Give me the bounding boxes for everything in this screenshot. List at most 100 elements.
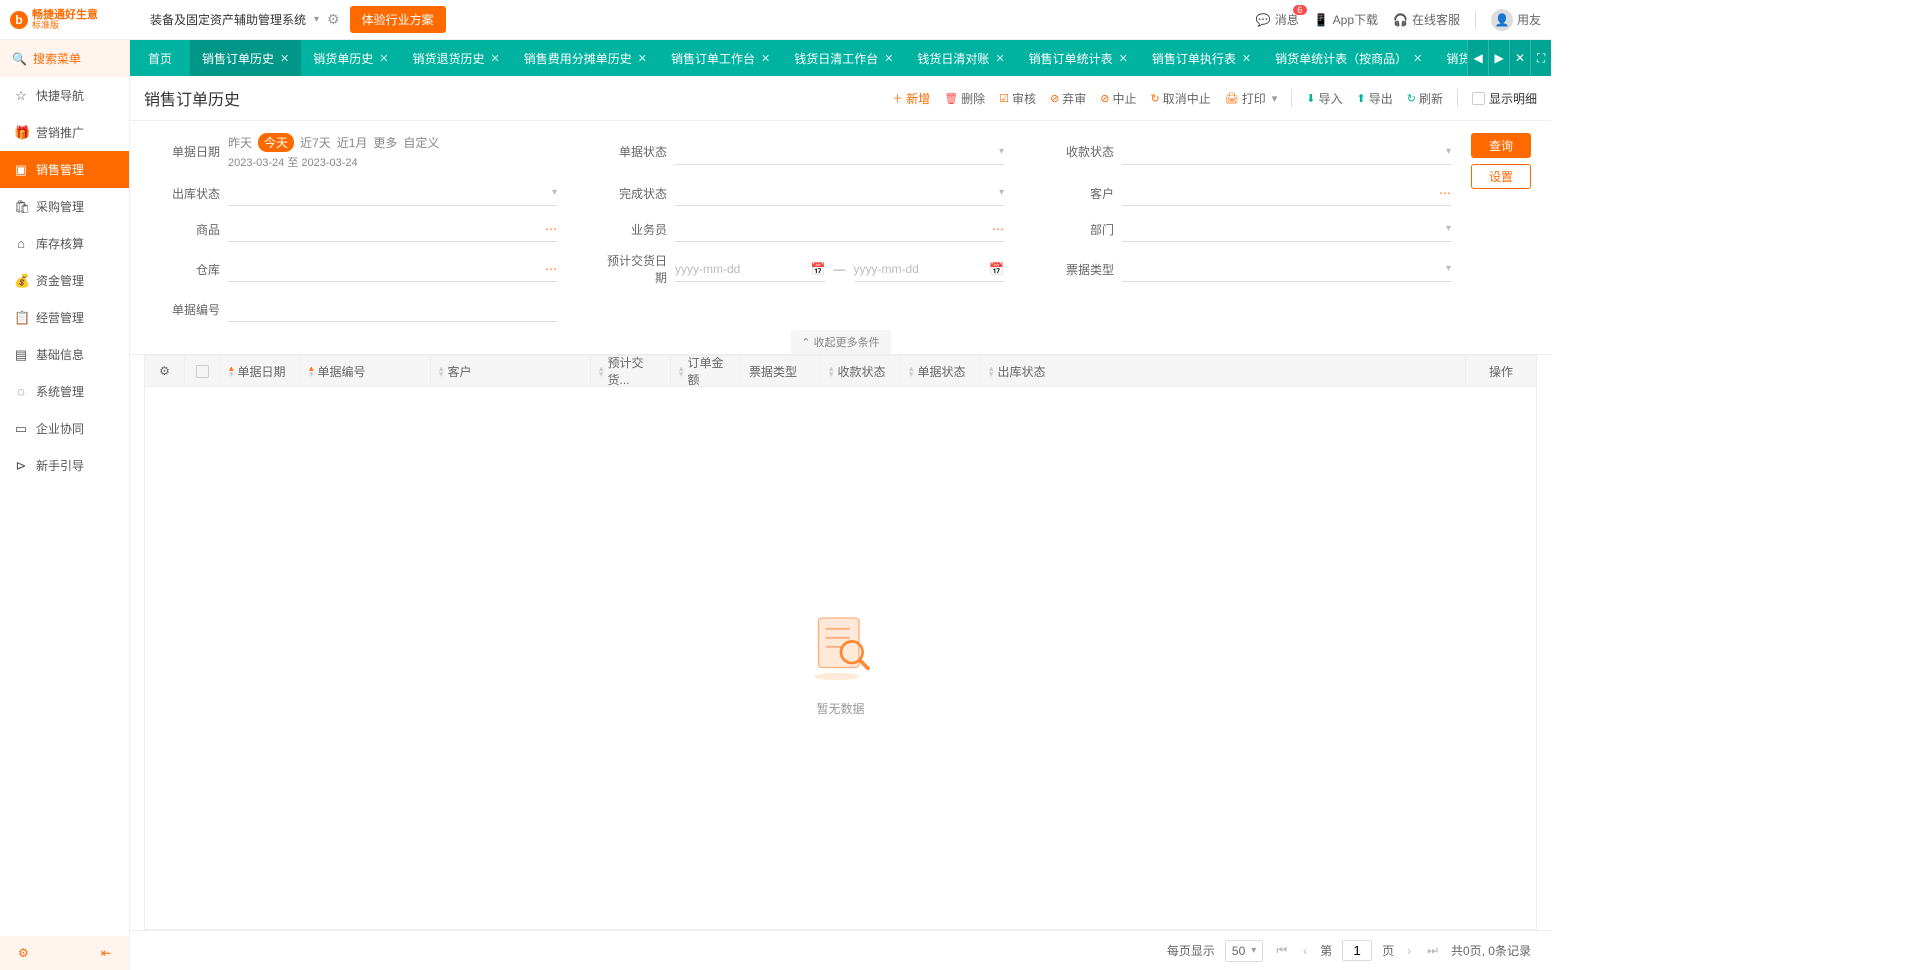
user-menu[interactable]: 👤 用友 [1491,9,1541,31]
deliver-date-from[interactable]: yyyy-mm-dd📅 [675,256,826,282]
date-tab-3[interactable]: 近1月 [337,134,368,151]
col-deliver[interactable]: ▴▾预计交货... [591,356,671,386]
close-icon[interactable]: ✕ [379,52,388,65]
close-icon[interactable]: ✕ [491,52,500,65]
table-settings[interactable]: ⚙ [145,356,185,386]
sidebar-item-9[interactable]: ▭企业协同 [0,410,129,447]
online-service-link[interactable]: 🎧 在线客服 [1393,11,1460,28]
show-detail-toggle[interactable]: 显示明细 [1472,90,1537,107]
close-icon[interactable]: ✕ [761,52,770,65]
add-button[interactable]: ＋新增 [892,90,930,107]
more-icon[interactable]: ⋯ [545,222,557,236]
close-icon[interactable]: ✕ [280,52,289,65]
date-tab-4[interactable]: 更多 [373,134,397,151]
export-button[interactable]: ⬆导出 [1357,90,1393,107]
customer-input[interactable]: ⋯ [1122,180,1451,206]
tab-0[interactable]: 销售订单历史✕ [190,40,301,76]
page-last[interactable]: ⏭ [1424,943,1441,958]
sidebar-item-6[interactable]: 📋经营管理 [0,299,129,336]
dept-select[interactable]: ▾ [1122,216,1451,242]
collapse-filters[interactable]: ⌃ 收起更多条件 [791,330,891,354]
close-icon[interactable]: ✕ [884,52,893,65]
col-customer[interactable]: ▴▾客户 [431,356,591,386]
tab-7[interactable]: 销售订单统计表✕ [1017,40,1140,76]
sidebar-item-8[interactable]: ◌系统管理 [0,373,129,410]
message-link[interactable]: 💬 消息 6 [1256,11,1299,28]
tabs-close-all[interactable]: ✕ [1509,40,1530,76]
more-icon[interactable]: ⋯ [545,262,557,276]
more-icon[interactable]: ⋯ [992,222,1004,236]
settings-icon[interactable]: ⚙ [18,946,29,960]
ticket-type-select[interactable]: ▾ [1122,256,1451,282]
product-input[interactable]: ⋯ [228,216,557,242]
page-next[interactable]: › [1404,944,1414,958]
more-icon[interactable]: ⋯ [1439,186,1451,200]
abandon-button[interactable]: ⊘弃审 [1050,90,1086,107]
tab-8[interactable]: 销售订单执行表✕ [1140,40,1263,76]
app-download-link[interactable]: 📱 App下载 [1314,11,1378,28]
tab-3[interactable]: 销售费用分摊单历史✕ [512,40,659,76]
tab-1[interactable]: 销货单历史✕ [301,40,400,76]
tab-4[interactable]: 销售订单工作台✕ [659,40,782,76]
col-pay-status[interactable]: ▴▾收款状态 [821,356,901,386]
experience-button[interactable]: 体验行业方案 [350,6,446,33]
tabs-scroll-right[interactable]: ▶ [1488,40,1509,76]
close-icon[interactable]: ✕ [1413,52,1422,65]
tab-10[interactable]: 销货单统计✕ [1434,40,1467,76]
close-icon[interactable]: ✕ [1119,52,1128,65]
checkbox-icon[interactable] [196,365,209,378]
doc-status-select[interactable]: ▾ [675,139,1004,165]
col-amount[interactable]: ▴▾订单金额 [671,356,741,386]
close-icon[interactable]: ✕ [638,52,647,65]
col-out-status[interactable]: ▴▾出库状态 [981,356,1466,386]
close-icon[interactable]: ✕ [1242,52,1251,65]
page-prev[interactable]: ‹ [1300,944,1310,958]
sidebar-item-2[interactable]: ▣销售管理 [0,151,129,188]
delete-button[interactable]: 🗑删除 [944,90,985,107]
gear-icon[interactable]: ⚙ [327,11,340,28]
sidebar-search[interactable]: 🔍 搜索菜单 [0,40,129,77]
tab-home[interactable]: 首页 [130,40,190,76]
sidebar-item-3[interactable]: 🛍采购管理 [0,188,129,225]
warehouse-input[interactable]: ⋯ [228,256,557,282]
tabs-fullscreen[interactable]: ⛶ [1530,40,1551,76]
biz-person-input[interactable]: ⋯ [675,216,1004,242]
close-icon[interactable]: ✕ [995,52,1004,65]
col-doc-status[interactable]: ▴▾单据状态 [901,356,981,386]
checkbox-icon[interactable] [1472,92,1485,105]
date-tab-2[interactable]: 近7天 [300,134,331,151]
collapse-sidebar-icon[interactable]: ⇤ [101,946,111,960]
audit-button[interactable]: ☑审核 [999,90,1036,107]
col-num[interactable]: ▴▾单据编号 [301,356,431,386]
out-status-select[interactable]: ▾ [228,180,557,206]
tab-5[interactable]: 钱货日清工作台✕ [782,40,905,76]
date-tab-5[interactable]: 自定义 [403,134,439,151]
sidebar-item-10[interactable]: ⊳新手引导 [0,447,129,484]
page-size-select[interactable]: 50 ▾ [1225,940,1263,962]
col-date[interactable]: ▴▾单据日期 [221,356,301,386]
date-tab-0[interactable]: 昨天 [228,134,252,151]
sidebar-item-4[interactable]: ⌂库存核算 [0,225,129,262]
tabs-scroll-left[interactable]: ◀ [1467,40,1488,76]
tab-6[interactable]: 钱货日清对账✕ [905,40,1016,76]
tab-9[interactable]: 销货单统计表（按商品）✕ [1263,40,1434,76]
sidebar-item-5[interactable]: 💰资金管理 [0,262,129,299]
import-button[interactable]: ⬇导入 [1306,90,1342,107]
date-tab-1[interactable]: 今天 [258,133,294,152]
col-ticket[interactable]: 票据类型 [741,356,821,386]
sidebar-item-1[interactable]: 🎁营销推广 [0,114,129,151]
search-button[interactable]: 查询 [1471,133,1531,158]
tab-2[interactable]: 销货退货历史✕ [400,40,511,76]
suspend-button[interactable]: ⊘中止 [1100,90,1136,107]
setting-button[interactable]: 设置 [1471,164,1531,189]
page-input[interactable] [1342,940,1372,961]
complete-status-select[interactable]: ▾ [675,180,1004,206]
doc-num-input[interactable] [228,296,557,322]
select-all[interactable] [185,356,221,386]
refresh-button[interactable]: ↻刷新 [1407,90,1443,107]
deliver-date-to[interactable]: yyyy-mm-dd📅 [854,256,1005,282]
sidebar-item-7[interactable]: ▤基础信息 [0,336,129,373]
print-button[interactable]: 🖨打印▾ [1225,90,1278,107]
pay-status-select[interactable]: ▾ [1122,139,1451,165]
page-first[interactable]: ⏮ [1273,943,1290,958]
